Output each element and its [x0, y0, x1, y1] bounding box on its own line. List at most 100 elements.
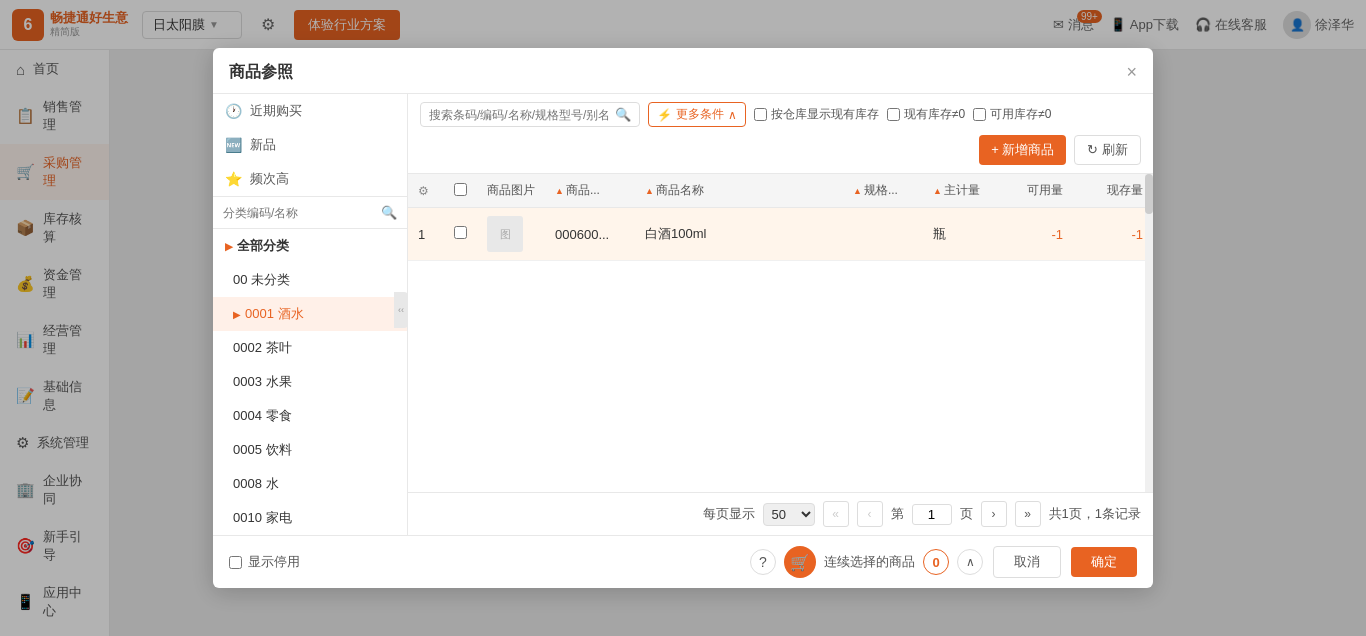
- col-spec-label: 规格...: [864, 182, 898, 199]
- show-disabled-checkbox[interactable]: [229, 556, 242, 569]
- cell-code: 000600...: [545, 208, 635, 261]
- check-have-stock-input[interactable]: [887, 108, 900, 121]
- product-panel: 🔍 ⚡ 更多条件 ∧ 按仓库显示现有库存 现有库存≠0: [408, 94, 1153, 535]
- check-usable-stock-input[interactable]: [973, 108, 986, 121]
- show-disabled-label[interactable]: 显示停用: [229, 553, 300, 571]
- cell-no: 1: [408, 208, 444, 261]
- category-search-input[interactable]: [223, 206, 375, 220]
- category-0002-label: 0002 茶叶: [233, 339, 292, 357]
- table-row[interactable]: 1 图 000600... 白酒100ml 瓶: [408, 208, 1153, 261]
- cell-spec: [843, 208, 923, 261]
- category-item-0005[interactable]: 0005 饮料: [213, 433, 407, 467]
- col-header-check: [444, 174, 477, 208]
- page-size-select[interactable]: 10 20 50 100: [763, 503, 815, 526]
- sort-up-code-icon: ▲: [555, 186, 564, 196]
- first-page-button[interactable]: «: [823, 501, 849, 527]
- footer-cart-area: ? 🛒 连续选择的商品 0 ∧: [750, 546, 983, 578]
- shortcut-recent-label: 近期购买: [250, 102, 302, 120]
- category-panel: 🕐 近期购买 🆕 新品 ⭐ 频次高 ‹‹ 🔍: [213, 94, 408, 535]
- category-item-0008[interactable]: 0008 水: [213, 467, 407, 501]
- category-shortcuts: 🕐 近期购买 🆕 新品 ⭐ 频次高: [213, 94, 407, 197]
- product-table-container: ⚙ 商品图片: [408, 174, 1153, 492]
- category-all-label: 全部分类: [237, 237, 289, 255]
- help-icon[interactable]: ?: [750, 549, 776, 575]
- filter-more-button[interactable]: ⚡ 更多条件 ∧: [648, 102, 746, 127]
- category-item-0001[interactable]: ▶ 0001 酒水: [213, 297, 407, 331]
- modal-close-button[interactable]: ×: [1126, 62, 1137, 83]
- shortcut-frequent[interactable]: ⭐ 频次高: [213, 162, 407, 196]
- category-0005-label: 0005 饮料: [233, 441, 292, 459]
- check-by-warehouse-input[interactable]: [754, 108, 767, 121]
- page-label: 第: [891, 505, 904, 523]
- col-code-label: 商品...: [566, 182, 600, 199]
- check-have-stock-text: 现有库存≠0: [904, 106, 965, 123]
- check-by-warehouse-label[interactable]: 按仓库显示现有库存: [754, 106, 879, 123]
- product-table: ⚙ 商品图片: [408, 174, 1153, 261]
- cart-icon[interactable]: 🛒: [784, 546, 816, 578]
- current-page-input[interactable]: [912, 504, 952, 525]
- cart-collapse-button[interactable]: ∧: [957, 549, 983, 575]
- product-table-body: 1 图 000600... 白酒100ml 瓶: [408, 208, 1153, 261]
- modal-body: 🕐 近期购买 🆕 新品 ⭐ 频次高 ‹‹ 🔍: [213, 94, 1153, 535]
- category-search-icon[interactable]: 🔍: [381, 205, 397, 220]
- category-collapse-button[interactable]: ‹‹: [394, 292, 408, 328]
- refresh-button[interactable]: ↻ 刷新: [1074, 135, 1141, 165]
- col-header-unit: ▲ 主计量: [923, 174, 993, 208]
- next-page-button[interactable]: ›: [981, 501, 1007, 527]
- category-list: ▶ 全部分类 00 未分类 ▶ 0001 酒水 0002 茶叶 0003 水果: [213, 229, 407, 535]
- cancel-button[interactable]: 取消: [993, 546, 1061, 578]
- star-icon: ⭐: [225, 171, 242, 187]
- col-header-avail: 可用量: [993, 174, 1073, 208]
- category-item-0002[interactable]: 0002 茶叶: [213, 331, 407, 365]
- confirm-button[interactable]: 确定: [1071, 547, 1137, 577]
- col-avail-label: 可用量: [1027, 183, 1063, 197]
- select-all-checkbox[interactable]: [454, 183, 467, 196]
- col-header-img: 商品图片: [477, 174, 545, 208]
- cell-name: 白酒100ml: [635, 208, 843, 261]
- table-header-row: ⚙ 商品图片: [408, 174, 1153, 208]
- prev-page-button[interactable]: ‹: [857, 501, 883, 527]
- category-item-0010[interactable]: 0010 家电: [213, 501, 407, 535]
- cell-stock: -1: [1073, 208, 1153, 261]
- category-0008-label: 0008 水: [233, 475, 279, 493]
- modal-overlay: 商品参照 × 🕐 近期购买 🆕 新品 ⭐ 频次高: [0, 0, 1366, 636]
- col-header-no: ⚙: [408, 174, 444, 208]
- product-reference-modal: 商品参照 × 🕐 近期购买 🆕 新品 ⭐ 频次高: [213, 48, 1153, 588]
- search-icon[interactable]: 🔍: [615, 107, 631, 122]
- sort-up-name-icon: ▲: [645, 186, 654, 196]
- cart-label: 连续选择的商品: [824, 553, 915, 571]
- filter-bar: 🔍 ⚡ 更多条件 ∧ 按仓库显示现有库存 现有库存≠0: [408, 94, 1153, 174]
- product-search-input[interactable]: [429, 108, 611, 122]
- expand-arrow-all: ▶: [225, 241, 233, 252]
- pagination-bar: 每页显示 10 20 50 100 « ‹ 第 页 › » 共1页，1条记录: [408, 492, 1153, 535]
- scrollbar-track: [1145, 174, 1153, 492]
- add-product-button[interactable]: + 新增商品: [979, 135, 1066, 165]
- row-checkbox[interactable]: [454, 226, 467, 239]
- category-item-0003[interactable]: 0003 水果: [213, 365, 407, 399]
- table-settings-icon[interactable]: ⚙: [418, 184, 429, 198]
- col-header-spec: ▲ 规格...: [843, 174, 923, 208]
- shortcut-recent[interactable]: 🕐 近期购买: [213, 94, 407, 128]
- check-usable-stock-label[interactable]: 可用库存≠0: [973, 106, 1051, 123]
- modal-header: 商品参照 ×: [213, 48, 1153, 94]
- page-suffix: 页: [960, 505, 973, 523]
- scrollbar-thumb[interactable]: [1145, 174, 1153, 214]
- check-have-stock-label[interactable]: 现有库存≠0: [887, 106, 965, 123]
- category-item-0004[interactable]: 0004 零食: [213, 399, 407, 433]
- cart-count: 0: [923, 549, 949, 575]
- product-thumbnail: 图: [487, 216, 523, 252]
- filter-right-buttons: + 新增商品 ↻ 刷新: [979, 135, 1141, 165]
- category-item-all[interactable]: ▶ 全部分类: [213, 229, 407, 263]
- shortcut-new-label: 新品: [250, 136, 276, 154]
- recent-icon: 🕐: [225, 103, 242, 119]
- modal-title: 商品参照: [229, 62, 293, 83]
- last-page-button[interactable]: »: [1015, 501, 1041, 527]
- category-item-00[interactable]: 00 未分类: [213, 263, 407, 297]
- shortcut-new[interactable]: 🆕 新品: [213, 128, 407, 162]
- col-unit-label: 主计量: [944, 182, 980, 199]
- category-0003-label: 0003 水果: [233, 373, 292, 391]
- shortcut-frequent-label: 频次高: [250, 170, 289, 188]
- cell-check: [444, 208, 477, 261]
- total-info: 共1页，1条记录: [1049, 505, 1141, 523]
- filter-icon: ⚡: [657, 108, 672, 122]
